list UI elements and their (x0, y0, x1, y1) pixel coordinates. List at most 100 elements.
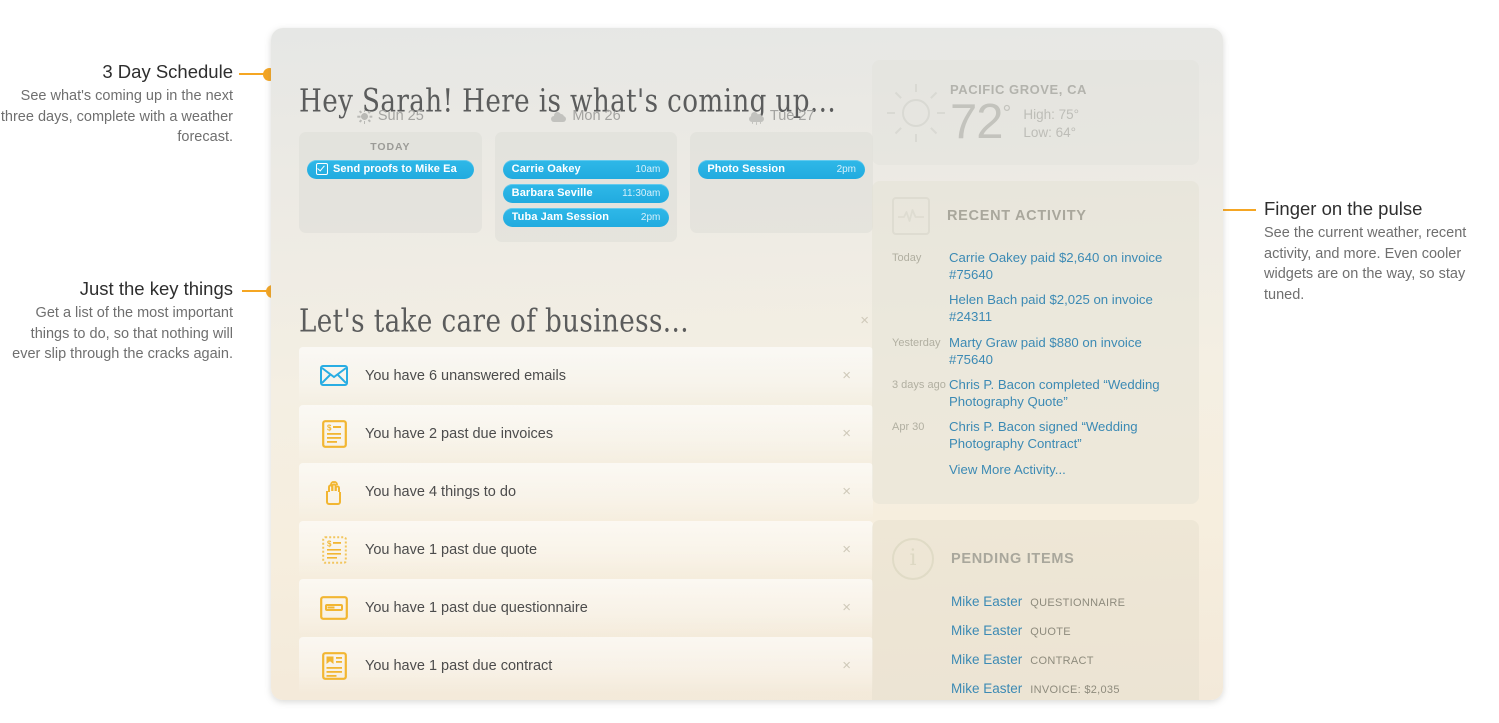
schedule-day-header: Tue 27 (690, 108, 873, 132)
pending-item-name[interactable]: Mike Easter (951, 652, 1022, 667)
business-list: You have 6 unanswered emails × $ You hav… (299, 347, 873, 695)
weather-widget: PACIFIC GROVE, CA 72° High: 75° Low: 64° (872, 60, 1199, 165)
schedule-day-label: Mon 26 (572, 108, 621, 124)
list-item-dismiss-button[interactable]: × (842, 657, 851, 675)
degree-symbol: ° (1002, 101, 1012, 127)
business-dismiss-all-button[interactable]: × (860, 312, 869, 330)
activity-when: 3 days ago (892, 378, 946, 391)
list-item-dismiss-button[interactable]: × (842, 483, 851, 501)
list-item-label: You have 1 past due questionnaire (365, 599, 588, 616)
weather-temperature-value: 72 (950, 95, 1004, 150)
callout-3-day-schedule: 3 Day Schedule See what's coming up in t… (0, 60, 233, 148)
schedule-event[interactable]: Carrie Oakey 10am (502, 160, 670, 179)
schedule-day-label: Sun 25 (377, 108, 424, 124)
list-item: 3 days ago Chris P. Bacon completed “Wed… (892, 376, 1179, 410)
activity-when: Today (892, 252, 922, 264)
schedule-event-title: Barbara Seville (511, 187, 593, 199)
pending-item-kind: QUOTE (1030, 625, 1071, 638)
callout-title: Just the key things (79, 278, 233, 299)
checkbox-icon (316, 163, 328, 175)
pulse-chart-icon (892, 197, 930, 235)
list-item[interactable]: You have 1 past due questionnaire × (299, 579, 873, 636)
callout-description: Get a list of the most important things … (12, 305, 233, 363)
weather-high: High: 75° (1023, 107, 1080, 123)
schedule-event-title: Carrie Oakey (511, 163, 581, 175)
pending-item-name[interactable]: Mike Easter (951, 594, 1022, 609)
pending-item-name[interactable]: Mike Easter (951, 681, 1022, 696)
schedule-event-name: Send proofs to Mike Easter (316, 163, 457, 175)
activity-link[interactable]: Helen Bach paid $2,025 on invoice #24311 (949, 291, 1179, 325)
activity-link[interactable]: Chris P. Bacon completed “Wedding Photog… (949, 376, 1179, 410)
schedule-day-column: Mon 26 Carrie Oakey 10am Barbara Seville… (494, 108, 678, 242)
envelope-icon (317, 359, 351, 393)
activity-link[interactable]: Chris P. Bacon signed “Wedding Photograp… (949, 418, 1179, 452)
schedule-event[interactable]: Photo Session 2pm (698, 160, 866, 179)
reminder-hand-icon (317, 475, 351, 509)
list-item-label: You have 1 past due quote (365, 541, 538, 558)
callout-title: Finger on the pulse (1264, 198, 1423, 219)
schedule-event-time: 2pm (836, 163, 857, 175)
questionnaire-icon (317, 591, 351, 625)
schedule-day-column: Sun 25 TODAY Send proofs to Mike Easter (299, 108, 482, 242)
pending-items-list: Mike Easter QUESTIONNAIRE Mike Easter QU… (951, 594, 1179, 696)
close-icon: × (842, 540, 851, 558)
list-item: Helen Bach paid $2,025 on invoice #24311 (892, 291, 1179, 325)
view-more-activity-link[interactable]: View More Activity... (949, 461, 1066, 478)
list-item[interactable]: You have 4 things to do × (299, 463, 873, 520)
list-item-dismiss-button[interactable]: × (842, 599, 851, 617)
svg-text:$: $ (327, 423, 332, 432)
callout-finger-on-the-pulse: Finger on the pulse See the current weat… (1264, 197, 1494, 305)
today-label: TODAY (370, 141, 411, 153)
schedule-day-column: Tue 27 Photo Session 2pm (690, 108, 874, 242)
schedule-day-header: Mon 26 (495, 108, 678, 132)
svg-text:$: $ (327, 539, 332, 548)
widgets-column: PACIFIC GROVE, CA 72° High: 75° Low: 64° (872, 60, 1199, 700)
list-item: Mike Easter QUOTE (951, 623, 1179, 638)
close-icon: × (842, 656, 851, 674)
quote-icon: $ (317, 533, 351, 567)
dashboard-panel: Hey Sarah! Here is what's coming up... S… (271, 28, 1223, 700)
schedule-event[interactable]: Barbara Seville 11:30am (502, 184, 670, 203)
schedule-day-body: Carrie Oakey 10am Barbara Seville 11:30a… (494, 132, 678, 242)
recent-activity-widget: RECENT ACTIVITY Today Carrie Oakey paid … (872, 181, 1199, 504)
callout-just-the-key-things: Just the key things Get a list of the mo… (0, 277, 233, 365)
contract-icon (317, 649, 351, 683)
list-item: View More Activity... (892, 461, 1179, 478)
info-circle-icon: i (892, 537, 934, 580)
list-item[interactable]: $ You have 1 past due quote × (299, 521, 873, 578)
activity-when: Yesterday (892, 336, 941, 349)
weather-low: Low: 64° (1023, 125, 1077, 141)
business-heading-row: Let's take care of business... × (299, 300, 873, 340)
activity-when (892, 291, 949, 325)
list-item-label: You have 1 past due contract (365, 657, 553, 674)
list-item-dismiss-button[interactable]: × (842, 425, 851, 443)
pending-item-name[interactable]: Mike Easter (951, 623, 1022, 638)
rain-cloud-icon (748, 109, 764, 126)
list-item-dismiss-button[interactable]: × (842, 541, 851, 559)
schedule-event-title: Tuba Jam Session (511, 211, 610, 223)
sun-icon (886, 83, 946, 143)
pending-item-kind: QUESTIONNAIRE (1030, 596, 1126, 609)
list-item-dismiss-button[interactable]: × (842, 367, 851, 385)
invoice-icon: $ (317, 417, 351, 451)
pending-item-kind: INVOICE: $2,035 (1030, 683, 1120, 696)
schedule-event[interactable]: Tuba Jam Session 2pm (502, 208, 670, 227)
list-item[interactable]: You have 1 past due contract × (299, 637, 873, 694)
list-item: Mike Easter INVOICE: $2,035 (951, 681, 1179, 696)
schedule-event-title: Photo Session (707, 163, 786, 175)
schedule-event[interactable]: Send proofs to Mike Easter (307, 160, 474, 179)
page-root: 3 Day Schedule See what's coming up in t… (0, 0, 1499, 723)
list-item[interactable]: You have 6 unanswered emails × (299, 347, 873, 404)
business-heading: Let's take care of business... (299, 303, 689, 340)
close-icon: × (842, 366, 851, 384)
list-item-label: You have 2 past due invoices (365, 425, 554, 442)
activity-link[interactable]: Marty Graw paid $880 on invoice #75640 (949, 334, 1179, 368)
list-item[interactable]: $ You have 2 past due invoices × (299, 405, 873, 462)
activity-list: Today Carrie Oakey paid $2,640 on invoic… (892, 249, 1179, 478)
list-item: Yesterday Marty Graw paid $880 on invoic… (892, 334, 1179, 368)
activity-link[interactable]: Carrie Oakey paid $2,640 on invoice #756… (949, 249, 1179, 283)
schedule-day-body: Photo Session 2pm (690, 132, 874, 233)
schedule-event-title: Send proofs to Mike Easter (333, 163, 457, 175)
widget-title: PENDING ITEMS (951, 550, 1075, 567)
close-icon: × (860, 312, 869, 329)
